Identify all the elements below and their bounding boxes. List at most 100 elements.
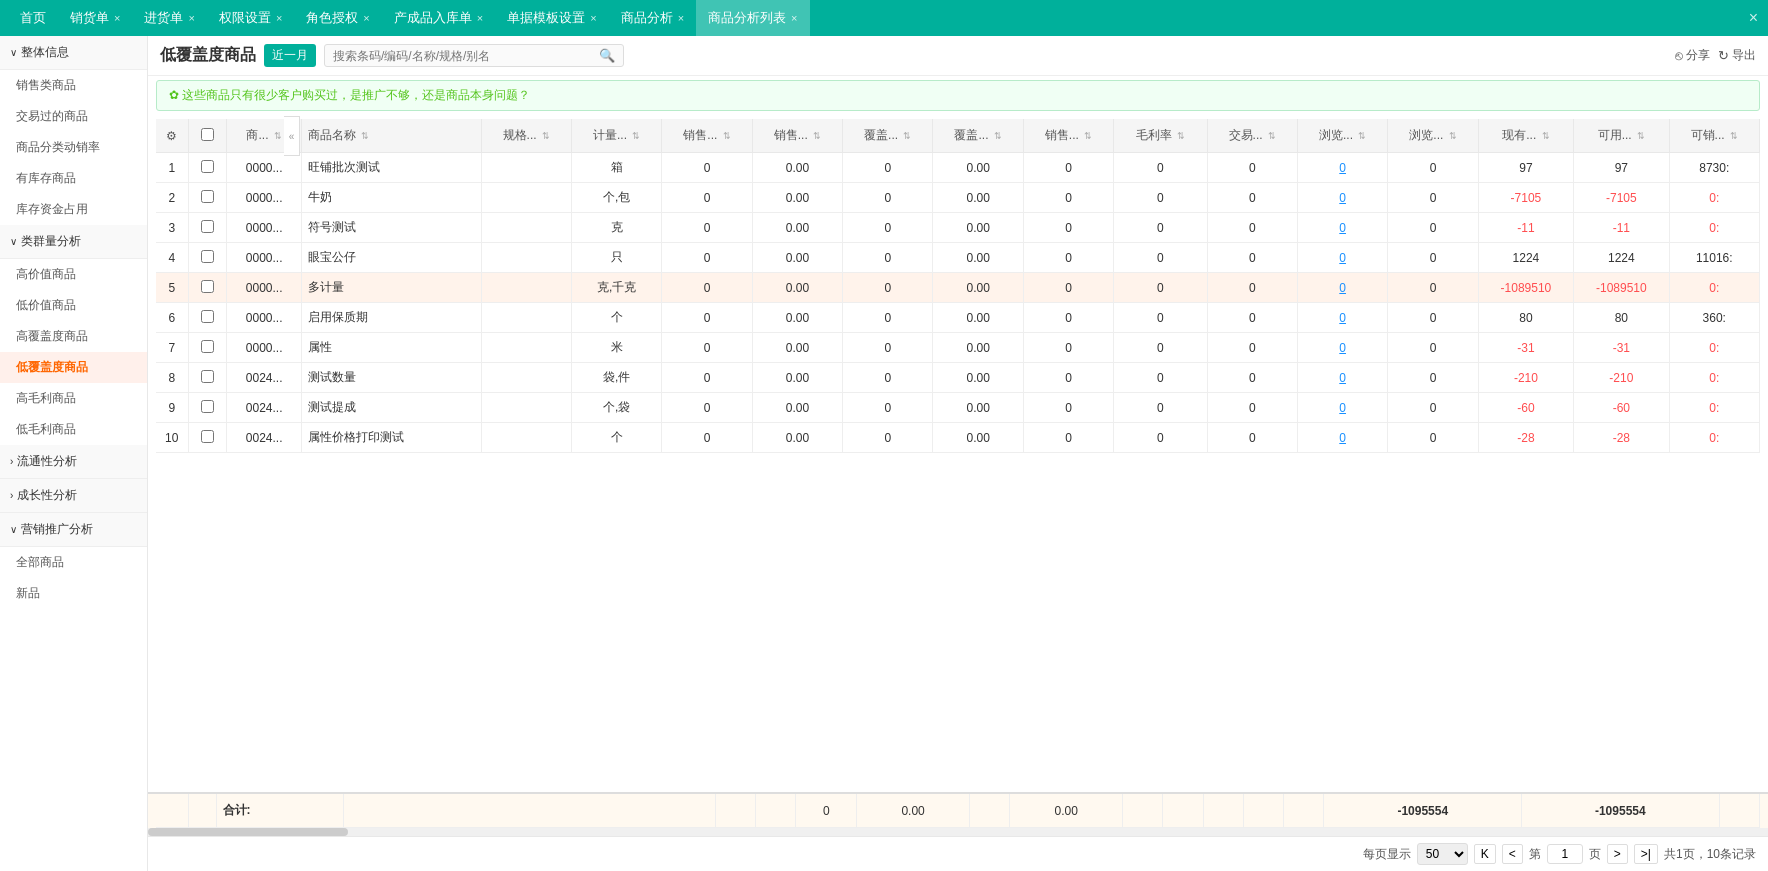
row-select-checkbox[interactable] — [201, 160, 214, 173]
sidebar-section-cluster[interactable]: ∨ 类群量分析 — [0, 225, 147, 259]
row-checkbox[interactable] — [188, 363, 227, 393]
first-page-button[interactable]: K — [1474, 844, 1496, 864]
row-select-checkbox[interactable] — [201, 310, 214, 323]
nav-tab-analysis[interactable]: 商品分析 × — [609, 0, 696, 36]
row-select-checkbox[interactable] — [201, 250, 214, 263]
next-page-button[interactable]: > — [1607, 844, 1628, 864]
close-icon[interactable]: × — [590, 12, 596, 24]
row-select-checkbox[interactable] — [201, 220, 214, 233]
col-sales-amt[interactable]: 销售... ⇅ — [752, 119, 842, 153]
row-checkbox[interactable] — [188, 153, 227, 183]
col-spec[interactable]: 规格... ⇅ — [481, 119, 571, 153]
row-checkbox[interactable] — [188, 303, 227, 333]
nav-tab-role[interactable]: 角色授权 × — [294, 0, 381, 36]
sidebar-item-low-value[interactable]: 低价值商品 — [0, 290, 147, 321]
sidebar-section-overall[interactable]: ∨ 整体信息 — [0, 36, 147, 70]
sidebar-item-new-goods[interactable]: 新品 — [0, 578, 147, 609]
close-icon[interactable]: × — [678, 12, 684, 24]
close-icon[interactable]: × — [114, 12, 120, 24]
col-current-stock[interactable]: 现有... ⇅ — [1478, 119, 1573, 153]
nav-tab-permission[interactable]: 权限设置 × — [207, 0, 294, 36]
window-close-button[interactable]: × — [1749, 9, 1758, 27]
row-browse1[interactable]: 0 — [1297, 273, 1387, 303]
row-checkbox[interactable] — [188, 423, 227, 453]
sidebar-item-traded-goods[interactable]: 交易过的商品 — [0, 101, 147, 132]
col-sales-qty[interactable]: 销售... ⇅ — [662, 119, 752, 153]
row-browse1[interactable]: 0 — [1297, 363, 1387, 393]
col-sales3[interactable]: 销售... ⇅ — [1023, 119, 1113, 153]
sidebar-item-all-goods[interactable]: 全部商品 — [0, 547, 147, 578]
row-select-checkbox[interactable] — [201, 190, 214, 203]
row-browse1[interactable]: 0 — [1297, 333, 1387, 363]
close-icon[interactable]: × — [477, 12, 483, 24]
nav-tab-template[interactable]: 单据模板设置 × — [495, 0, 608, 36]
col-browse2[interactable]: 浏览... ⇅ — [1388, 119, 1478, 153]
nav-tab-product[interactable]: 产成品入库单 × — [382, 0, 495, 36]
col-unit[interactable]: 计量... ⇅ — [571, 119, 661, 153]
row-available-stock: 1224 — [1574, 243, 1669, 273]
sidebar-item-sales-goods[interactable]: 销售类商品 — [0, 70, 147, 101]
row-checkbox[interactable] — [188, 393, 227, 423]
row-select-checkbox[interactable] — [201, 370, 214, 383]
close-icon[interactable]: × — [363, 12, 369, 24]
sidebar-item-stock-capital[interactable]: 库存资金占用 — [0, 194, 147, 225]
row-select-checkbox[interactable] — [201, 340, 214, 353]
settings-column-header[interactable]: ⚙ — [156, 119, 188, 153]
row-browse1[interactable]: 0 — [1297, 393, 1387, 423]
close-icon[interactable]: × — [276, 12, 282, 24]
sidebar-section-growth[interactable]: › 成长性分析 — [0, 479, 147, 513]
row-select-checkbox[interactable] — [201, 430, 214, 443]
sidebar-item-category-rate[interactable]: 商品分类动销率 — [0, 132, 147, 163]
table-container[interactable]: ⚙ 商... ⇅ 商品名称 ⇅ 规格... ⇅ 计量... ⇅ 销售... ⇅ … — [156, 119, 1760, 792]
close-icon[interactable]: × — [791, 12, 797, 24]
row-browse1[interactable]: 0 — [1297, 243, 1387, 273]
row-select-checkbox[interactable] — [201, 280, 214, 293]
row-checkbox[interactable] — [188, 213, 227, 243]
checkbox-column-header[interactable] — [188, 119, 227, 153]
sidebar-item-low-gross[interactable]: 低毛利商品 — [0, 414, 147, 445]
export-button[interactable]: ↻ 导出 — [1718, 47, 1756, 64]
time-filter-button[interactable]: 近一月 — [264, 44, 316, 67]
col-cover1[interactable]: 覆盖... ⇅ — [843, 119, 933, 153]
row-browse1[interactable]: 0 — [1297, 423, 1387, 453]
sidebar-section-circulation[interactable]: › 流通性分析 — [0, 445, 147, 479]
col-browse1[interactable]: 浏览... ⇅ — [1297, 119, 1387, 153]
page-number-input[interactable] — [1547, 844, 1583, 864]
sidebar-collapse-button[interactable]: « — [284, 116, 300, 156]
search-input[interactable] — [333, 49, 599, 63]
row-browse1[interactable]: 0 — [1297, 213, 1387, 243]
nav-tab-home[interactable]: 首页 — [8, 0, 58, 36]
row-browse1[interactable]: 0 — [1297, 153, 1387, 183]
sidebar-item-stock-goods[interactable]: 有库存商品 — [0, 163, 147, 194]
row-browse1[interactable]: 0 — [1297, 303, 1387, 333]
nav-tab-purchase[interactable]: 进货单 × — [132, 0, 206, 36]
sidebar-item-low-coverage[interactable]: 低覆盖度商品 — [0, 352, 147, 383]
col-saleable[interactable]: 可销... ⇅ — [1669, 119, 1759, 153]
search-icon[interactable]: 🔍 — [599, 48, 615, 63]
nav-tab-analysis-list[interactable]: 商品分析列表 × — [696, 0, 809, 36]
col-name[interactable]: 商品名称 ⇅ — [301, 119, 481, 153]
page-text: 第 — [1529, 846, 1541, 863]
row-checkbox[interactable] — [188, 333, 227, 363]
col-gross-margin[interactable]: 毛利率 ⇅ — [1114, 119, 1207, 153]
sidebar-item-high-value[interactable]: 高价值商品 — [0, 259, 147, 290]
select-all-checkbox[interactable] — [201, 128, 214, 141]
sidebar-item-high-coverage[interactable]: 高覆盖度商品 — [0, 321, 147, 352]
last-page-button[interactable]: >| — [1634, 844, 1658, 864]
row-unit: 个,包 — [571, 183, 661, 213]
col-available-stock[interactable]: 可用... ⇅ — [1574, 119, 1669, 153]
row-browse1[interactable]: 0 — [1297, 183, 1387, 213]
prev-page-button[interactable]: < — [1502, 844, 1523, 864]
col-cover2[interactable]: 覆盖... ⇅ — [933, 119, 1023, 153]
page-size-select[interactable]: 50 100 200 — [1417, 843, 1468, 865]
row-select-checkbox[interactable] — [201, 400, 214, 413]
row-checkbox[interactable] — [188, 273, 227, 303]
close-icon[interactable]: × — [188, 12, 194, 24]
sidebar-section-marketing[interactable]: ∨ 营销推广分析 — [0, 513, 147, 547]
row-checkbox[interactable] — [188, 183, 227, 213]
col-trade[interactable]: 交易... ⇅ — [1207, 119, 1297, 153]
row-checkbox[interactable] — [188, 243, 227, 273]
nav-tab-sales[interactable]: 销货单 × — [58, 0, 132, 36]
sidebar-item-high-gross[interactable]: 高毛利商品 — [0, 383, 147, 414]
share-button[interactable]: ⎋ 分享 — [1675, 47, 1710, 64]
